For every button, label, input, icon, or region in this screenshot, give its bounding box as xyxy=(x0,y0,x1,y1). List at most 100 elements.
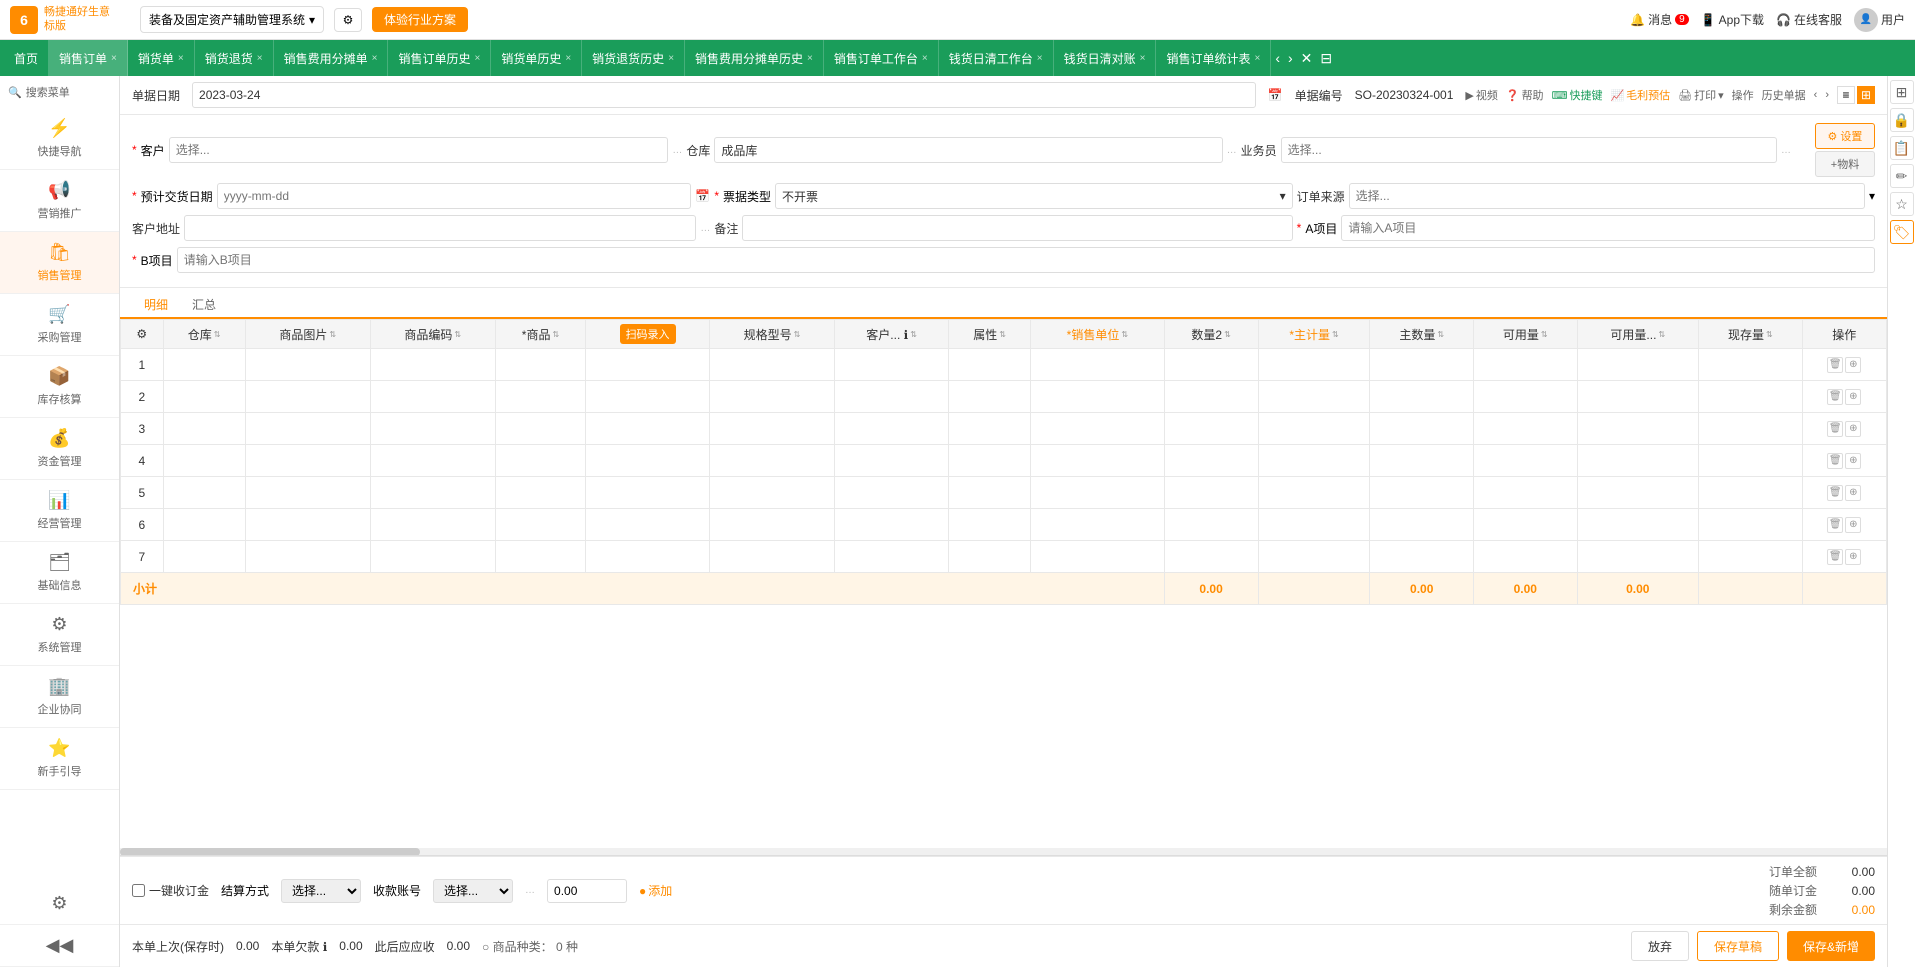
row-delete-2[interactable]: 🗑 xyxy=(1827,389,1843,405)
industry-btn[interactable]: 体验行业方案 xyxy=(372,7,468,32)
save-new-btn[interactable]: 保存&新增 xyxy=(1787,931,1875,961)
sidebar-item-finance[interactable]: 💰 资金管理 xyxy=(0,418,119,480)
th-product[interactable]: *商品⇅ xyxy=(495,320,585,349)
row-copy-6[interactable]: ⊕ xyxy=(1845,517,1861,533)
close-fee-history-icon[interactable]: × xyxy=(807,53,813,64)
close-sales-order-icon[interactable]: × xyxy=(111,53,117,64)
one-click-label[interactable]: 一键收订金 xyxy=(132,882,209,899)
scroll-thumb[interactable] xyxy=(120,848,420,856)
th-sku[interactable]: 商品编码⇅ xyxy=(370,320,495,349)
nav-close-all-icon[interactable]: ✕ xyxy=(1297,50,1317,67)
close-sales-stat-icon[interactable]: × xyxy=(1254,53,1260,64)
amount-input[interactable] xyxy=(547,879,627,903)
right-icon-4[interactable]: ✏ xyxy=(1890,164,1914,188)
close-sales-history-icon[interactable]: × xyxy=(565,53,571,64)
row-copy-7[interactable]: ⊕ xyxy=(1845,549,1861,565)
sidebar-item-system[interactable]: ⚙ 系统管理 xyxy=(0,604,119,666)
th-attribute[interactable]: 属性⇅ xyxy=(949,320,1031,349)
close-sales-icon[interactable]: × xyxy=(178,53,184,64)
row-delete-4[interactable]: 🗑 xyxy=(1827,453,1843,469)
sidebar-collapse[interactable]: ◀◀ xyxy=(0,925,119,967)
add-btn[interactable]: ● 添加 xyxy=(639,882,672,899)
system-selector[interactable]: 装备及固定资产辅助管理系统 ▾ xyxy=(140,6,324,33)
user-item[interactable]: 👤 用户 xyxy=(1854,8,1905,32)
th-customer-code[interactable]: 客户... ℹ⇅ xyxy=(835,320,949,349)
th-sales-unit[interactable]: *销售单位⇅ xyxy=(1031,320,1164,349)
th-warehouse[interactable]: 仓库⇅ xyxy=(163,320,245,349)
add-material-btn[interactable]: +物料 xyxy=(1815,151,1875,177)
date-input[interactable] xyxy=(192,82,1256,108)
th-qty2[interactable]: 数量2⇅ xyxy=(1164,320,1258,349)
b-project-input[interactable] xyxy=(177,247,1875,273)
tab-detail[interactable]: 明细 xyxy=(132,292,180,319)
right-icon-3[interactable]: 📋 xyxy=(1890,136,1914,160)
tab-summary[interactable]: 汇总 xyxy=(180,292,228,317)
addr-more-icon[interactable]: … xyxy=(700,223,710,234)
row-delete-1[interactable]: 🗑 xyxy=(1827,357,1843,373)
grid-view-icon[interactable]: ⊞ xyxy=(1857,86,1875,104)
account-select[interactable]: 选择... xyxy=(433,879,513,903)
th-available[interactable]: 可用量⇅ xyxy=(1474,320,1578,349)
close-workbench-icon[interactable]: × xyxy=(922,53,928,64)
view-btn[interactable]: ▶ 视频 xyxy=(1465,87,1497,103)
tab-sales-history[interactable]: 销货单历史 × xyxy=(491,40,582,76)
right-icon-1[interactable]: ⊞ xyxy=(1890,80,1914,104)
right-icon-2[interactable]: 🔒 xyxy=(1890,108,1914,132)
sidebar-item-settings[interactable]: ⚙ xyxy=(0,883,119,925)
close-history-icon[interactable]: × xyxy=(474,53,480,64)
shortcut-btn[interactable]: ⌨ 快捷键 xyxy=(1552,87,1603,103)
th-spec[interactable]: 规格型号⇅ xyxy=(709,320,834,349)
help-btn[interactable]: ❓ 帮助 xyxy=(1506,87,1544,103)
sidebar-item-quick[interactable]: ⚡ 快捷导航 xyxy=(0,108,119,170)
th-scan[interactable]: 扫码录入 xyxy=(586,320,710,349)
close-return-history-icon[interactable]: × xyxy=(668,53,674,64)
salesperson-input[interactable] xyxy=(1281,137,1777,163)
nav-left-icon[interactable]: ‹ xyxy=(1814,89,1818,101)
nav-menu-icon[interactable]: ⊟ xyxy=(1316,50,1336,67)
sidebar-item-sales[interactable]: 🛍 销售管理 xyxy=(0,232,119,294)
th-main-qty[interactable]: 主数量⇅ xyxy=(1370,320,1474,349)
row-copy-4[interactable]: ⊕ xyxy=(1845,453,1861,469)
operate-btn[interactable]: 操作 xyxy=(1732,87,1754,103)
online-service-item[interactable]: 🎧 在线客服 xyxy=(1776,11,1842,28)
right-icon-6[interactable]: 🏷 xyxy=(1890,220,1914,244)
close-sales-return-icon[interactable]: × xyxy=(257,53,263,64)
right-icon-5[interactable]: ☆ xyxy=(1890,192,1914,216)
tab-sales-order[interactable]: 销售订单 × xyxy=(49,40,128,76)
payment-select[interactable]: 选择... xyxy=(281,879,361,903)
row-delete-6[interactable]: 🗑 xyxy=(1827,517,1843,533)
settings-float-btn[interactable]: ⚙ 设置 xyxy=(1815,123,1875,149)
horizontal-scrollbar[interactable] xyxy=(120,848,1887,856)
tab-sales-fee[interactable]: 销售费用分摊单 × xyxy=(274,40,389,76)
remark-input[interactable] xyxy=(742,215,1292,241)
nav-next-arrow[interactable]: › xyxy=(1284,50,1297,66)
tab-sales-return[interactable]: 销货退货 × xyxy=(195,40,274,76)
tab-return-history[interactable]: 销货退货历史 × xyxy=(582,40,685,76)
tab-workbench[interactable]: 销售订单工作台 × xyxy=(824,40,939,76)
customer-input[interactable] xyxy=(169,137,669,163)
close-daily-reconcile-icon[interactable]: × xyxy=(1140,53,1146,64)
history-btn[interactable]: 历史单据 xyxy=(1762,87,1806,103)
tab-daily-reconcile[interactable]: 钱货日清对账 × xyxy=(1054,40,1157,76)
sidebar-item-base[interactable]: 🗂 基础信息 xyxy=(0,542,119,604)
warehouse-more-icon[interactable]: … xyxy=(1227,145,1237,156)
close-daily-workbench-icon[interactable]: × xyxy=(1037,53,1043,64)
sidebar-item-operations[interactable]: 📊 经营管理 xyxy=(0,480,119,542)
customer-more-icon[interactable]: … xyxy=(672,145,682,156)
tab-sales-order-history[interactable]: 销售订单历史 × xyxy=(388,40,491,76)
row-delete-5[interactable]: 🗑 xyxy=(1827,485,1843,501)
scan-btn[interactable]: 扫码录入 xyxy=(620,324,676,344)
tab-fee-history[interactable]: 销售费用分摊单历史 × xyxy=(685,40,824,76)
app-download-item[interactable]: 📱 App下载 xyxy=(1701,11,1764,28)
delivery-calendar-icon[interactable]: 📅 xyxy=(695,189,710,203)
th-available2[interactable]: 可用量...⇅ xyxy=(1577,320,1698,349)
tab-home[interactable]: 首页 xyxy=(4,40,49,76)
close-sales-fee-icon[interactable]: × xyxy=(372,53,378,64)
sidebar-search[interactable]: 🔍 搜索菜单 xyxy=(0,76,119,108)
tab-sales-stat[interactable]: 销售订单统计表 × xyxy=(1156,40,1271,76)
discard-btn[interactable]: 放弃 xyxy=(1631,931,1689,961)
nav-right-icon[interactable]: › xyxy=(1825,89,1829,101)
account-more-icon[interactable]: … xyxy=(525,885,535,896)
settings-icon[interactable]: ⚙ xyxy=(334,8,362,32)
th-main-unit[interactable]: *主计量⇅ xyxy=(1258,320,1370,349)
